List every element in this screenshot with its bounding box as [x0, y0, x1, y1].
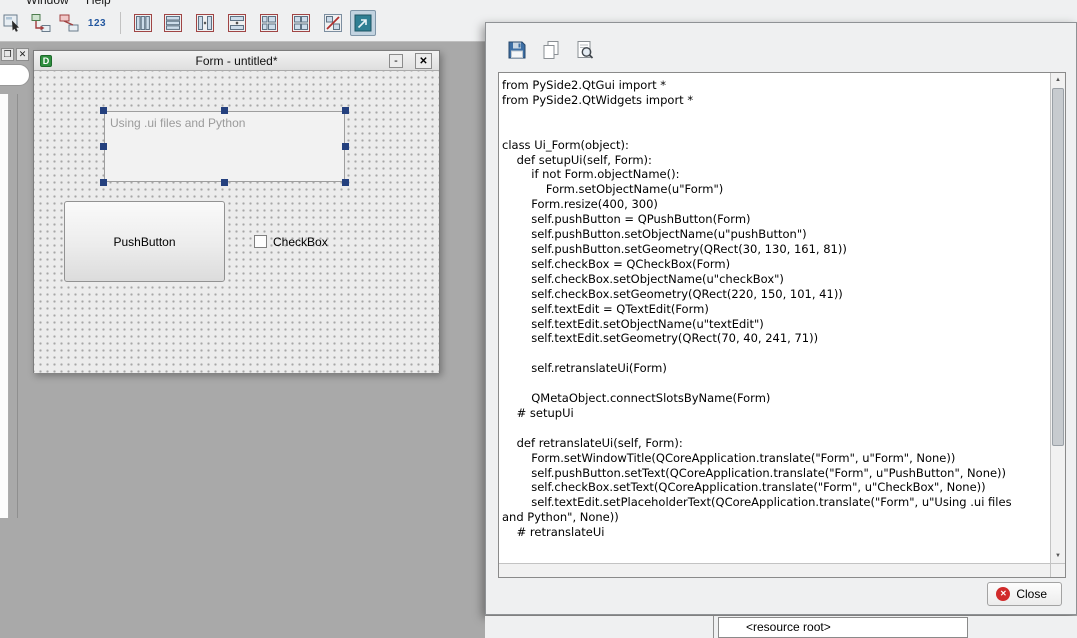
layout-vertical-splitter-icon[interactable]	[224, 10, 250, 36]
qt-designer-window: Window Help 123	[0, 0, 1077, 638]
layout-v-splitter-glyph	[227, 13, 247, 33]
close-button-label: Close	[1016, 587, 1047, 601]
signals-slots-glyph	[31, 13, 51, 33]
edit-widgets-icon[interactable]	[0, 10, 26, 36]
vertical-scrollbar[interactable]: ▲ ▼	[1050, 73, 1065, 563]
break-layout-icon[interactable]	[320, 10, 346, 36]
adjust-size-glyph	[353, 13, 373, 33]
break-layout-glyph	[323, 13, 343, 33]
code-editor[interactable]: from PySide2.QtGui import * from PySide2…	[498, 72, 1066, 578]
scrollbar-corner	[1050, 563, 1065, 577]
resize-handle-middle-left[interactable]	[100, 143, 107, 150]
toolbar-separator	[120, 12, 121, 34]
copy-glyph	[540, 39, 562, 61]
resource-root-item[interactable]: <resource root>	[718, 617, 968, 638]
layout-horizontal-splitter-icon[interactable]	[192, 10, 218, 36]
copy-icon[interactable]	[537, 36, 564, 63]
resize-handle-bottom-left[interactable]	[100, 179, 107, 186]
checkbox-widget[interactable]: CheckBox	[254, 221, 355, 262]
tab-order-glyph: 123	[88, 18, 106, 29]
minimize-button[interactable]: -	[389, 54, 403, 68]
resize-handle-top-left[interactable]	[100, 107, 107, 114]
edit-signals-slots-icon[interactable]	[28, 10, 54, 36]
resize-handle-bottom-right[interactable]	[342, 179, 349, 186]
widget-box-list[interactable]	[0, 94, 9, 518]
find-icon[interactable]	[571, 36, 598, 63]
layout-horizontal-glyph	[133, 13, 153, 33]
form-titlebar[interactable]: D Form - untitled* - ✕	[34, 51, 439, 71]
menu-window[interactable]: Window	[26, 0, 69, 7]
resource-browser-panel: <resource root>	[485, 616, 1077, 638]
edit-tab-order-icon[interactable]: 123	[84, 10, 110, 36]
layout-grid-icon[interactable]	[288, 10, 314, 36]
layout-form-icon[interactable]	[256, 10, 282, 36]
form-editor-window: D Form - untitled* - ✕ Using .ui files a…	[33, 50, 440, 373]
code-text: from PySide2.QtGui import * from PySide2…	[502, 78, 1048, 561]
form-window-title: Form - untitled*	[34, 54, 439, 68]
edit-buddies-glyph	[59, 13, 79, 33]
adjust-size-icon[interactable]	[350, 10, 376, 36]
save-icon[interactable]	[503, 36, 530, 63]
layout-grid-glyph	[291, 13, 311, 33]
close-icon: ✕	[996, 587, 1010, 601]
scroll-up-icon[interactable]: ▲	[1051, 73, 1065, 87]
resize-handle-top-right[interactable]	[342, 107, 349, 114]
resize-handle-bottom-middle[interactable]	[221, 179, 228, 186]
panel-splitter[interactable]	[713, 616, 714, 638]
close-window-button[interactable]: ✕	[415, 53, 432, 69]
close-button[interactable]: ✕ Close	[987, 582, 1062, 606]
horizontal-scrollbar[interactable]	[499, 563, 1051, 577]
edit-buddies-icon[interactable]	[56, 10, 82, 36]
form-window-icon: D	[40, 55, 52, 67]
checkbox-label: CheckBox	[273, 235, 328, 249]
dock-close-icon[interactable]: ✕	[16, 48, 29, 61]
textedit-placeholder: Using .ui files and Python	[105, 112, 344, 134]
layout-vertical-glyph	[163, 13, 183, 33]
textedit-widget[interactable]: Using .ui files and Python	[104, 111, 345, 182]
menu-help[interactable]: Help	[86, 0, 111, 7]
find-glyph	[574, 39, 596, 61]
floppy-glyph	[506, 39, 528, 61]
dock-float-icon[interactable]: ❐	[1, 48, 14, 61]
form-canvas[interactable]: Using .ui files and Python PushButton Ch…	[34, 71, 439, 373]
edit-widgets-glyph	[3, 13, 23, 33]
resize-handle-middle-right[interactable]	[342, 143, 349, 150]
layout-h-splitter-glyph	[195, 13, 215, 33]
widget-box-scrollbar[interactable]	[17, 94, 18, 518]
pushbutton-label: PushButton	[113, 235, 175, 249]
layout-vertical-icon[interactable]	[160, 10, 186, 36]
scrollbar-thumb[interactable]	[1052, 88, 1064, 446]
pushbutton-widget[interactable]: PushButton	[64, 201, 225, 282]
resize-handle-top-middle[interactable]	[221, 107, 228, 114]
scroll-down-icon[interactable]: ▼	[1051, 549, 1065, 563]
widget-filter-input[interactable]	[0, 64, 30, 86]
layout-horizontal-icon[interactable]	[130, 10, 156, 36]
checkbox-indicator[interactable]	[254, 235, 267, 248]
code-preview-dialog: from PySide2.QtGui import * from PySide2…	[485, 22, 1077, 615]
layout-form-glyph	[259, 13, 279, 33]
